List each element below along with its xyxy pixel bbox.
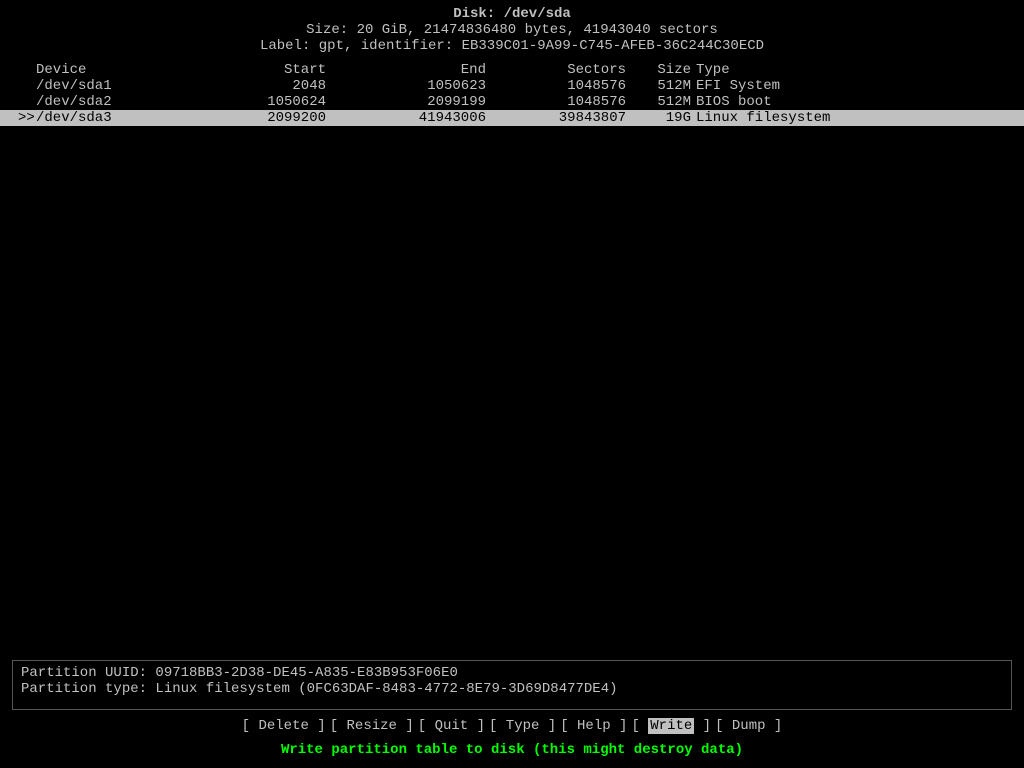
partition-table: Device Start End Sectors Size Type /dev/…: [0, 62, 1024, 126]
row-start-2: 1050624: [176, 94, 336, 110]
row-type-2: BIOS boot: [696, 94, 1006, 110]
row-indicator-2: [18, 94, 36, 110]
row-sectors-2: 1048576: [496, 94, 636, 110]
row-start-1: 2048: [176, 78, 336, 94]
info-box: Partition UUID: 09718BB3-2D38-DE45-A835-…: [12, 660, 1012, 710]
menu-type[interactable]: [ Type ]: [489, 718, 556, 734]
row-end-1: 1050623: [336, 78, 496, 94]
menu-resize[interactable]: [ Resize ]: [330, 718, 414, 734]
row-type-1: EFI System: [696, 78, 1006, 94]
menu-delete[interactable]: [ Delete ]: [242, 718, 326, 734]
row-end-2: 2099199: [336, 94, 496, 110]
table-header: Device Start End Sectors Size Type: [0, 62, 1024, 78]
row-start-3: 2099200: [176, 110, 336, 126]
menu-bar: [ Delete ] [ Resize ] [ Quit ] [ Type ] …: [0, 710, 1024, 742]
row-sectors-1: 1048576: [496, 78, 636, 94]
menu-dump[interactable]: [ Dump ]: [715, 718, 782, 734]
row-sectors-3: 39843807: [496, 110, 636, 126]
col-header-size: Size: [636, 62, 696, 78]
row-type-3: Linux filesystem: [696, 110, 1006, 126]
partition-type: Partition type: Linux filesystem (0FC63D…: [21, 681, 1003, 697]
col-header-start: Start: [176, 62, 336, 78]
col-header-device: Device: [36, 62, 176, 78]
disk-title-text: Disk: /dev/sda: [453, 6, 571, 22]
partition-uuid: Partition UUID: 09718BB3-2D38-DE45-A835-…: [21, 665, 1003, 681]
row-size-1: 512M: [636, 78, 696, 94]
table-row-selected[interactable]: >> /dev/sda3 2099200 41943006 39843807 1…: [0, 110, 1024, 126]
bottom-area: Partition UUID: 09718BB3-2D38-DE45-A835-…: [0, 660, 1024, 768]
col-header-end: End: [336, 62, 496, 78]
menu-write[interactable]: [ Write ]: [631, 718, 711, 734]
row-device-2: /dev/sda2: [36, 94, 176, 110]
col-header-sectors: Sectors: [496, 62, 636, 78]
menu-help[interactable]: [ Help ]: [560, 718, 627, 734]
menu-quit[interactable]: [ Quit ]: [418, 718, 485, 734]
row-size-3: 19G: [636, 110, 696, 126]
row-end-3: 41943006: [336, 110, 496, 126]
table-row[interactable]: /dev/sda1 2048 1050623 1048576 512M EFI …: [0, 78, 1024, 94]
row-indicator-1: [18, 78, 36, 94]
table-row[interactable]: /dev/sda2 1050624 2099199 1048576 512M B…: [0, 94, 1024, 110]
row-device-3: /dev/sda3: [36, 110, 176, 126]
disk-title: Disk: /dev/sda: [0, 6, 1024, 22]
row-size-2: 512M: [636, 94, 696, 110]
disk-header: Disk: /dev/sda Size: 20 GiB, 21474836480…: [0, 0, 1024, 54]
screen: Disk: /dev/sda Size: 20 GiB, 21474836480…: [0, 0, 1024, 768]
disk-label-line: Label: gpt, identifier: EB339C01-9A99-C7…: [0, 38, 1024, 54]
disk-size-line: Size: 20 GiB, 21474836480 bytes, 4194304…: [0, 22, 1024, 38]
footer-message: Write partition table to disk (this migh…: [0, 742, 1024, 768]
col-header-type: Type: [696, 62, 1006, 78]
row-indicator-3: >>: [18, 110, 36, 126]
row-device-1: /dev/sda1: [36, 78, 176, 94]
